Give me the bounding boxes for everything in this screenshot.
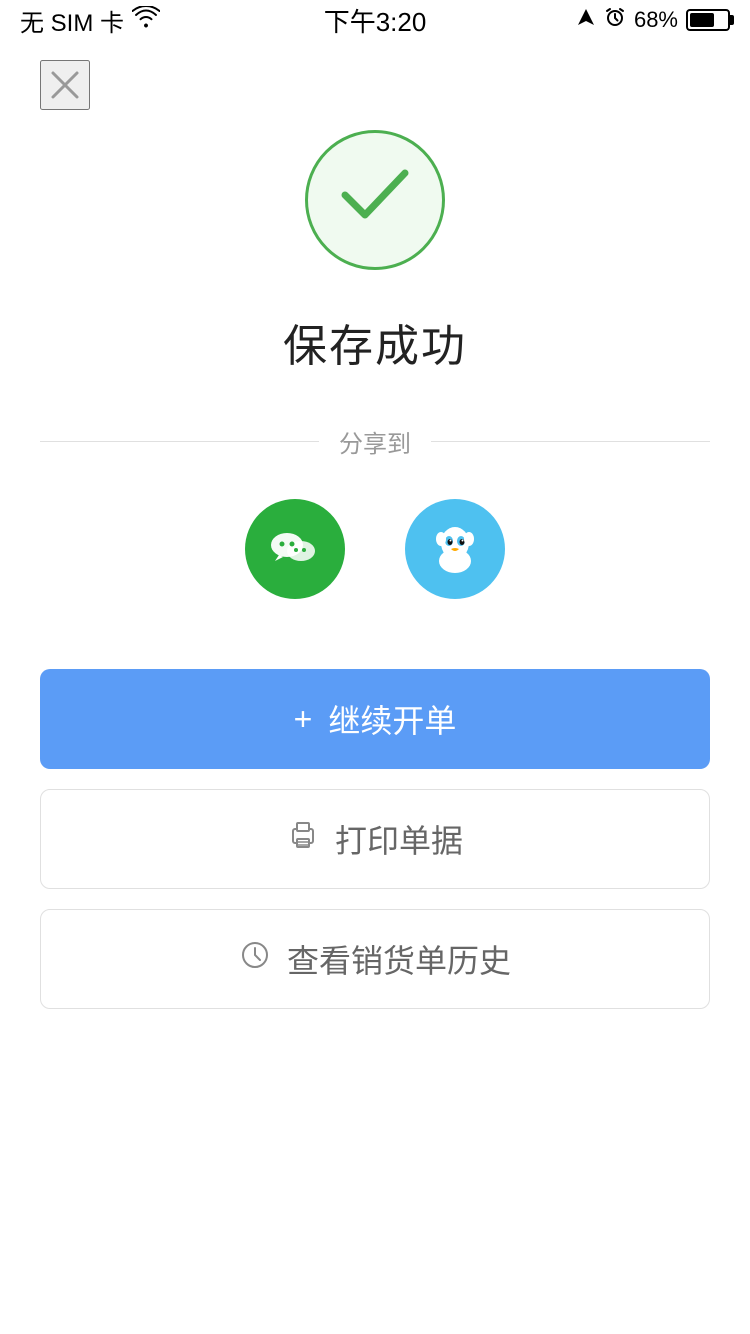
history-button[interactable]: 查看销货单历史 <box>40 909 710 1009</box>
print-button[interactable]: 打印单据 <box>40 789 710 889</box>
checkmark-icon <box>340 165 410 236</box>
battery-percentage: 68% <box>634 7 678 33</box>
wifi-icon <box>132 6 160 34</box>
action-buttons-container: + 继续开单 打印单据 <box>40 669 710 1009</box>
close-button[interactable] <box>40 60 90 110</box>
main-content: 保存成功 分享到 <box>0 40 750 1049</box>
status-time: 下午3:20 <box>324 2 427 39</box>
qq-share-button[interactable] <box>405 499 505 599</box>
status-right: 68% <box>576 6 730 34</box>
status-bar: 无 SIM 卡 下午3:20 68% <box>0 0 750 40</box>
print-label: 打印单据 <box>335 816 463 862</box>
plus-icon: + <box>294 701 313 738</box>
divider-right <box>431 441 710 442</box>
success-icon-circle <box>305 130 445 270</box>
share-icons-container <box>245 499 505 599</box>
continue-button[interactable]: + 继续开单 <box>40 669 710 769</box>
battery-icon <box>686 9 730 31</box>
status-left: 无 SIM 卡 <box>20 3 160 38</box>
printer-icon <box>287 819 319 859</box>
alarm-icon <box>604 6 626 34</box>
success-title: 保存成功 <box>283 310 467 374</box>
share-label: 分享到 <box>339 424 411 459</box>
history-label: 查看销货单历史 <box>287 936 511 982</box>
divider-left <box>40 441 319 442</box>
no-sim-text: 无 SIM 卡 <box>20 3 124 38</box>
share-divider: 分享到 <box>40 424 710 459</box>
continue-label: 继续开单 <box>328 696 456 742</box>
clock-icon <box>239 939 271 979</box>
wechat-share-button[interactable] <box>245 499 345 599</box>
location-icon <box>576 7 596 33</box>
